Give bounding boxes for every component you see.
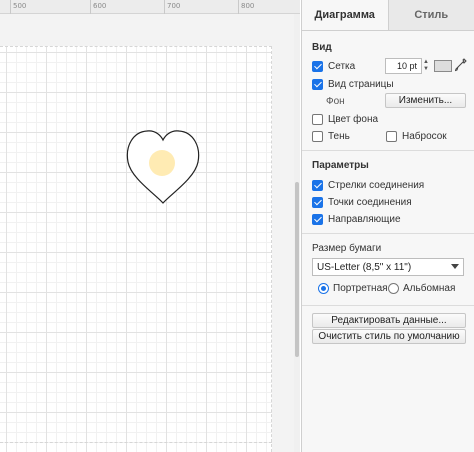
ruler-label-800: 800 <box>241 2 255 10</box>
landscape-radio-row[interactable]: Альбомная <box>388 280 455 296</box>
section-title-options: Параметры <box>312 160 369 171</box>
tab-diagram[interactable]: Диаграмма <box>302 0 388 30</box>
ruler-label-500: 500 <box>13 2 27 10</box>
connection-points-row[interactable]: Точки соединения <box>312 194 412 210</box>
portrait-label: Портретная <box>333 282 388 294</box>
edit-data-button[interactable]: Редактировать данные... <box>312 313 466 328</box>
diagram-page[interactable] <box>0 46 272 452</box>
connection-points-checkbox[interactable] <box>312 196 323 208</box>
landscape-radio[interactable] <box>388 282 399 294</box>
eyedropper-icon[interactable] <box>455 58 467 72</box>
heart-shape[interactable] <box>125 128 201 206</box>
grid-checkbox[interactable] <box>312 60 323 72</box>
background-row: Фон <box>326 93 345 109</box>
section-title-view: Вид <box>312 42 332 53</box>
grid-color-swatch[interactable] <box>434 60 452 72</box>
landscape-label: Альбомная <box>403 282 456 294</box>
guides-checkbox[interactable] <box>312 213 323 225</box>
sketch-checkbox[interactable] <box>386 130 397 142</box>
guides-row[interactable]: Направляющие <box>312 211 401 227</box>
panel-tabs: Диаграмма Стиль <box>302 0 474 31</box>
horizontal-ruler: 500 600 700 800 <box>0 0 300 14</box>
grid-size-stepper[interactable]: ▲ ▼ <box>422 58 430 74</box>
portrait-radio-row[interactable]: Портретная <box>318 280 388 296</box>
grid-label: Сетка <box>328 60 356 72</box>
sketch-checkbox-row[interactable]: Набросок <box>386 128 447 144</box>
change-background-button[interactable]: Изменить... <box>385 93 466 108</box>
format-panel: Диаграмма Стиль Вид Сетка 10 pt ▲ ▼ Вид с… <box>301 0 474 452</box>
paper-size-select[interactable]: US-Letter (8,5" x 11") <box>312 258 464 276</box>
ruler-label-700: 700 <box>167 2 181 10</box>
background-color-checkbox[interactable] <box>312 113 323 125</box>
portrait-radio[interactable] <box>318 282 329 294</box>
divider <box>302 305 474 306</box>
shadow-checkbox[interactable] <box>312 130 323 142</box>
shadow-checkbox-row[interactable]: Тень <box>312 128 350 144</box>
page-view-label: Вид страницы <box>328 78 394 90</box>
grid-checkbox-row[interactable]: Сетка <box>312 58 355 74</box>
shadow-label: Тень <box>328 130 350 142</box>
ruler-label-600: 600 <box>93 2 107 10</box>
background-color-checkbox-row[interactable]: Цвет фона <box>312 111 378 127</box>
diagram-canvas[interactable]: 500 600 700 800 <box>0 0 300 452</box>
background-color-label: Цвет фона <box>328 113 379 125</box>
page-view-checkbox-row[interactable]: Вид страницы <box>312 76 394 92</box>
section-title-paper-size: Размер бумаги <box>312 243 382 254</box>
guides-label: Направляющие <box>328 213 401 225</box>
paper-size-value: US-Letter (8,5" x 11") <box>317 261 412 273</box>
divider <box>302 233 474 234</box>
chevron-down-icon <box>451 264 459 269</box>
connection-arrows-checkbox[interactable] <box>312 179 323 191</box>
connection-points-label: Точки соединения <box>328 196 412 208</box>
vertical-scrollbar-thumb[interactable] <box>295 182 299 357</box>
sketch-label: Набросок <box>402 130 447 142</box>
background-label: Фон <box>326 95 345 107</box>
page-view-checkbox[interactable] <box>312 78 323 90</box>
divider <box>302 150 474 151</box>
grid-size-input[interactable]: 10 pt <box>385 58 422 74</box>
tab-style[interactable]: Стиль <box>387 0 474 30</box>
connection-arrows-label: Стрелки соединения <box>328 179 425 191</box>
connection-arrows-row[interactable]: Стрелки соединения <box>312 177 424 193</box>
cursor-highlight <box>149 150 175 176</box>
clear-default-style-button[interactable]: Очистить стиль по умолчанию <box>312 329 466 344</box>
page-break-line <box>0 442 272 443</box>
